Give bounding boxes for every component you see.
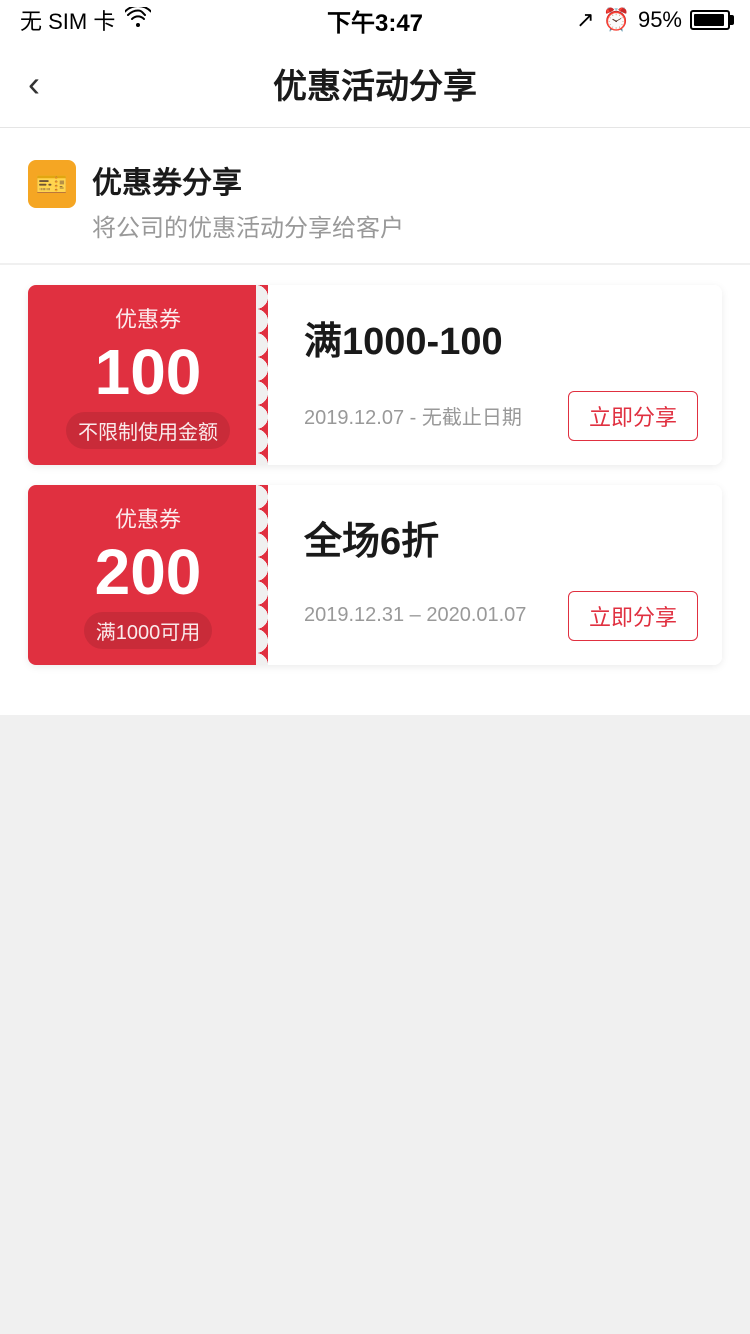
coupon-amount-1: 100 <box>95 340 202 404</box>
coupon-bottom-row-2: 2019.12.31 – 2020.01.07 立即分享 <box>304 591 698 641</box>
bottom-area <box>0 715 750 1315</box>
section-title: 优惠券分享 <box>92 158 404 202</box>
coupon-left-1: 优惠券 100 不限制使用金额 <box>28 285 268 465</box>
coupon-left-2: 优惠券 200 满1000可用 <box>28 485 268 665</box>
share-button-1[interactable]: 立即分享 <box>568 391 698 441</box>
coupon-title-1: 满1000-100 <box>304 310 698 365</box>
coupon-list: 优惠券 100 不限制使用金额 满1000-100 2019.12.07 - 无… <box>0 265 750 715</box>
coupon-condition-2: 满1000可用 <box>84 612 213 649</box>
nav-title: 优惠活动分享 <box>273 59 477 108</box>
coupon-date-2: 2019.12.31 – 2020.01.07 <box>304 604 526 627</box>
section-subtitle: 将公司的优惠活动分享给客户 <box>92 208 404 243</box>
location-icon: ↗ <box>576 7 594 33</box>
section-header: 🎫 优惠券分享 将公司的优惠活动分享给客户 <box>0 128 750 263</box>
nav-bar: ‹ 优惠活动分享 <box>0 40 750 128</box>
coupon-amount-2: 200 <box>95 540 202 604</box>
battery-icon <box>690 10 730 30</box>
coupon-card-1: 优惠券 100 不限制使用金额 满1000-100 2019.12.07 - 无… <box>28 285 722 465</box>
battery-percent: 95% <box>638 7 682 33</box>
coupon-right-2: 全场6折 2019.12.31 – 2020.01.07 立即分享 <box>268 485 722 665</box>
coupon-bottom-row-1: 2019.12.07 - 无截止日期 立即分享 <box>304 391 698 441</box>
coupon-card-2: 优惠券 200 满1000可用 全场6折 2019.12.31 – 2020.0… <box>28 485 722 665</box>
status-bar: 无 SIM 卡 下午3:47 ↗ ⏰ 95% <box>0 0 750 40</box>
section-text: 优惠券分享 将公司的优惠活动分享给客户 <box>92 158 404 243</box>
wifi-icon <box>125 7 151 33</box>
coupon-type-1: 优惠券 <box>115 302 181 334</box>
carrier-text: 无 SIM 卡 <box>20 4 115 36</box>
back-button[interactable]: ‹ <box>28 66 40 102</box>
coupon-condition-1: 不限制使用金额 <box>66 412 230 449</box>
alarm-icon: ⏰ <box>603 7 630 33</box>
coupon-title-2: 全场6折 <box>304 510 698 565</box>
status-right: ↗ ⏰ 95% <box>576 7 730 33</box>
status-time: 下午3:47 <box>327 3 423 38</box>
coupon-date-1: 2019.12.07 - 无截止日期 <box>304 401 522 430</box>
share-button-2[interactable]: 立即分享 <box>568 591 698 641</box>
coupon-right-1: 满1000-100 2019.12.07 - 无截止日期 立即分享 <box>268 285 722 465</box>
section-icon: 🎫 <box>28 160 76 208</box>
status-left: 无 SIM 卡 <box>20 4 151 36</box>
coupon-type-2: 优惠券 <box>115 502 181 534</box>
